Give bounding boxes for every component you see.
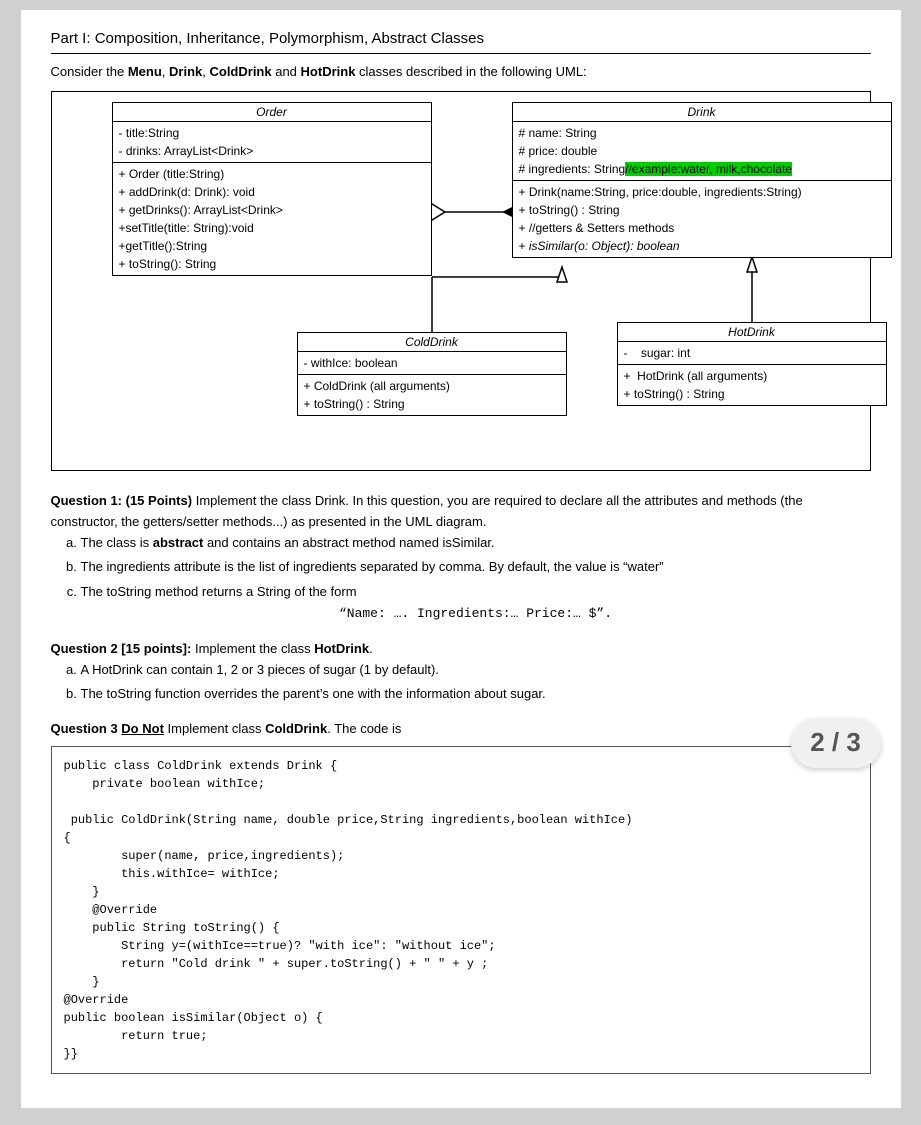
q1-item-a: The class is abstract and contains an ab… — [81, 533, 871, 554]
part-title: Part I: Composition, Inheritance, Polymo… — [51, 30, 871, 54]
cold-drink-methods: + ColdDrink (all arguments) + toString()… — [298, 375, 566, 415]
page-badge: 2 / 3 — [791, 718, 881, 768]
cold-drink-title: ColdDrink — [298, 333, 566, 352]
ingredients-highlight: //example:water, milk,chocolate — [625, 162, 792, 176]
q2-list: A HotDrink can contain 1, 2 or 3 pieces … — [81, 660, 871, 706]
abstract-keyword: abstract — [153, 535, 204, 550]
order-attributes: - title:String - drinks: ArrayList<Drink… — [113, 122, 431, 163]
hot-drink-methods: + HotDrink (all arguments) + toString() … — [618, 365, 886, 405]
hot-drink-attributes: - sugar: int — [618, 342, 886, 365]
order-uml-box: Order - title:String - drinks: ArrayList… — [112, 102, 432, 276]
drink-title: Drink — [513, 103, 891, 122]
q1-label: Question 1: (15 Points) — [51, 493, 193, 508]
question-2: Question 2 [15 points]: Implement the cl… — [51, 639, 871, 705]
part-subtitle: Composition, Inheritance, Polymorphism, … — [95, 30, 484, 47]
cold-drink-attributes: - withIce: boolean — [298, 352, 566, 375]
q2-label: Question 2 [15 points]: — [51, 641, 192, 656]
q3-label: Question 3 Do Not — [51, 721, 164, 736]
q2-text: Implement the class HotDrink. — [195, 641, 373, 656]
code-block: public class ColdDrink extends Drink { p… — [51, 746, 871, 1074]
part-label: Part I: — [51, 30, 91, 47]
order-title: Order — [113, 103, 431, 122]
q1-item-c: The toString method returns a String of … — [81, 582, 871, 625]
q3-text: Implement class ColdDrink. The code is — [168, 721, 402, 736]
q2-item-a: A HotDrink can contain 1, 2 or 3 pieces … — [81, 660, 871, 681]
class-menu: Menu — [128, 64, 162, 79]
cold-drink-uml-box: ColdDrink - withIce: boolean + ColdDrink… — [297, 332, 567, 416]
hot-drink-uml-box: HotDrink - sugar: int + HotDrink (all ar… — [617, 322, 887, 406]
q2-item-b: The toString function overrides the pare… — [81, 684, 871, 705]
uml-diagram: Order - title:String - drinks: ArrayList… — [51, 91, 871, 471]
hot-drink-title: HotDrink — [618, 323, 886, 342]
drink-attributes: # name: String # price: double # ingredi… — [513, 122, 891, 181]
drink-methods: + Drink(name:String, price:double, ingre… — [513, 181, 891, 257]
q1-list: The class is abstract and contains an ab… — [81, 533, 871, 625]
class-cold-drink: ColdDrink — [209, 64, 271, 79]
q1-item-b: The ingredients attribute is the list of… — [81, 557, 871, 578]
order-methods: + Order (title:String) + addDrink(d: Dri… — [113, 163, 431, 275]
drink-uml-box: Drink # name: String # price: double # i… — [512, 102, 892, 258]
tostring-format: “Name: …. Ingredients:… Price:… $”. — [81, 603, 871, 625]
page: Part I: Composition, Inheritance, Polymo… — [21, 10, 901, 1108]
class-hot-drink: HotDrink — [301, 64, 356, 79]
question-3: Question 3 Do Not Implement class ColdDr… — [51, 719, 871, 1074]
class-drink: Drink — [169, 64, 202, 79]
question-1: Question 1: (15 Points) Implement the cl… — [51, 491, 871, 625]
consider-text: Consider the Menu, Drink, ColdDrink and … — [51, 64, 871, 79]
